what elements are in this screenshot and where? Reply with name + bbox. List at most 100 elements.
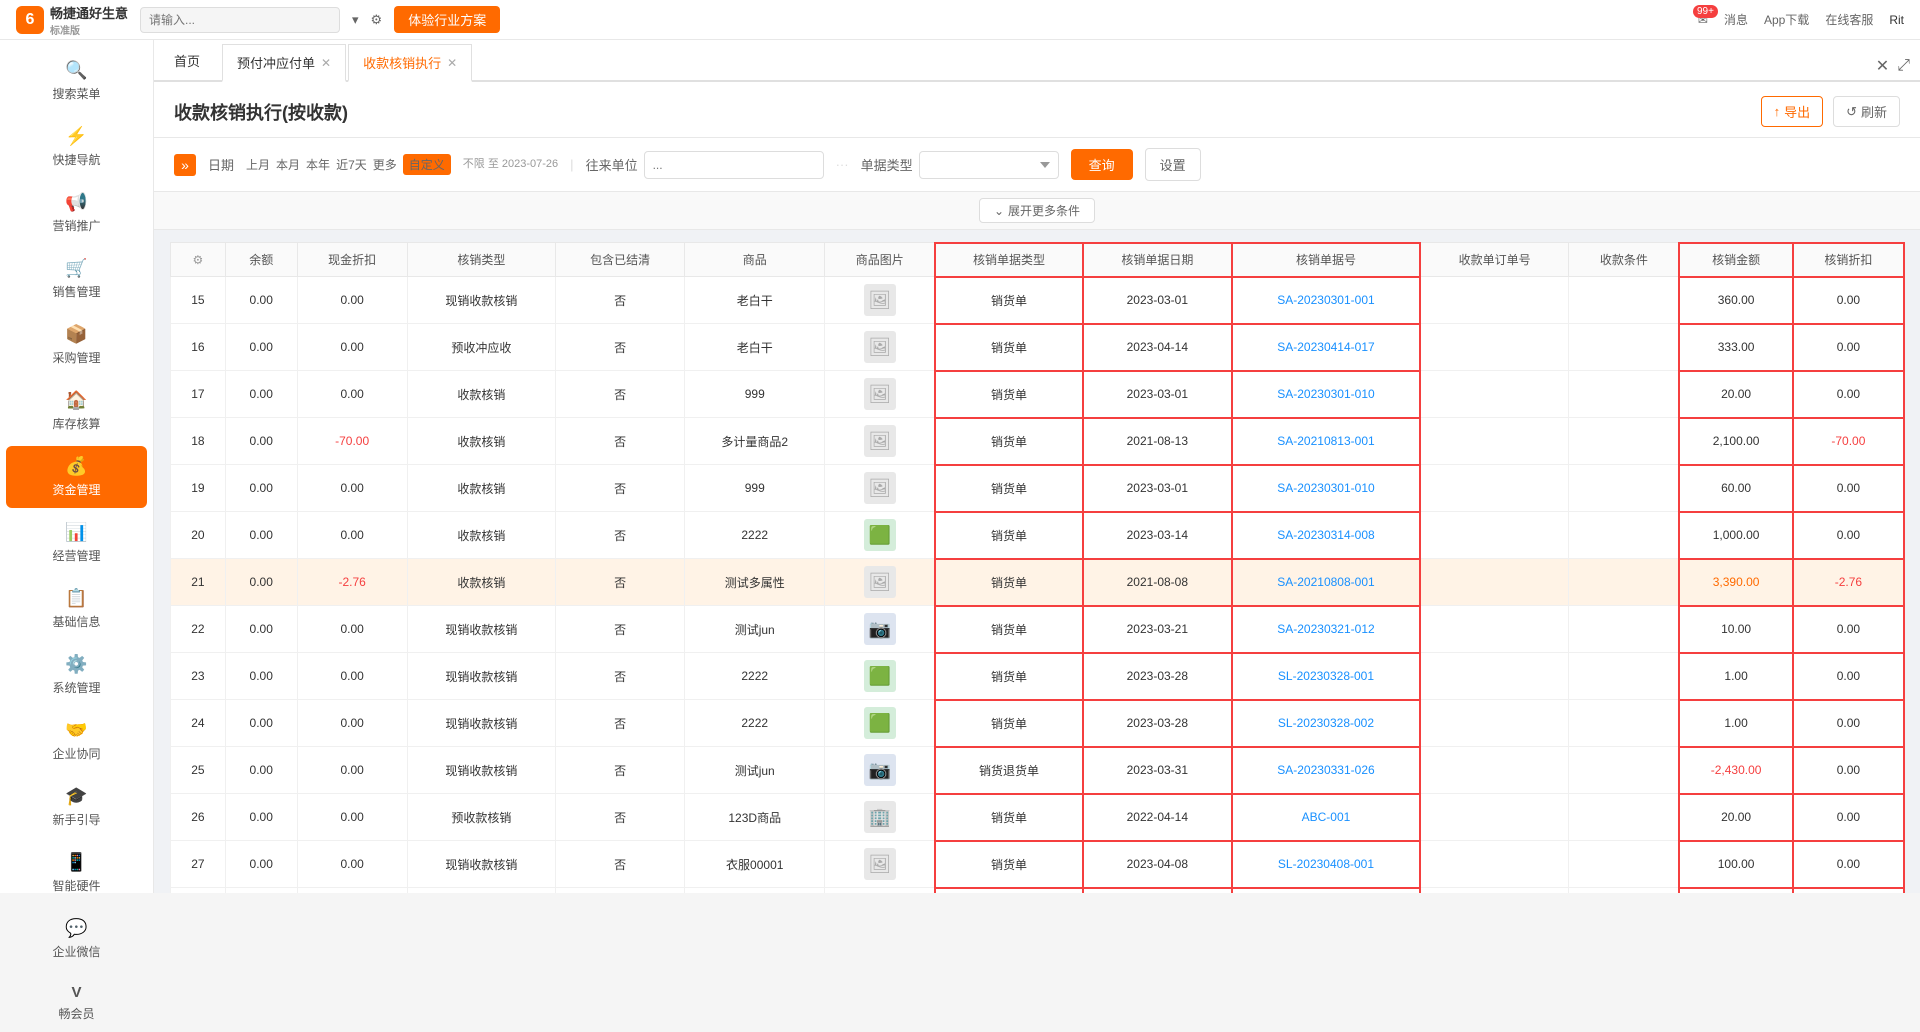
cell-verify-bill-no[interactable]: SA-20230301-010	[1232, 371, 1421, 418]
sidebar-item-sales[interactable]: 🛒 销售管理	[6, 248, 147, 310]
th-cash-discount: 现金折扣	[297, 243, 407, 277]
message-icon[interactable]: ✉ 99+	[1698, 13, 1708, 27]
cell-verify-bill-no[interactable]: SA-20230321-012	[1232, 606, 1421, 653]
sidebar-item-wechat[interactable]: 💬 企业微信	[6, 908, 147, 970]
cell-goods-image: 🖼	[825, 371, 935, 418]
date-option-this-month[interactable]: 本月	[276, 156, 300, 173]
online-service-link[interactable]: 在线客服	[1825, 11, 1873, 28]
cell-goods: 2222	[685, 512, 825, 559]
cell-verify-type: 现销收款核销	[407, 747, 555, 794]
cell-receipt-order-no	[1420, 794, 1568, 841]
date-option-7days[interactable]: 近7天	[336, 156, 367, 173]
user-name[interactable]: Rit	[1889, 13, 1904, 27]
cell-verify-bill-no[interactable]: SL-20230418-001	[1232, 888, 1421, 894]
page-content: 收款核销执行(按收款) ↑ 导出 ↺ 刷新 » 日期 上月	[154, 82, 1920, 893]
solution-button[interactable]: 体验行业方案	[394, 6, 500, 33]
sidebar-item-corp[interactable]: 🤝 企业协同	[6, 710, 147, 772]
sidebar-item-marketing[interactable]: 📢 营销推广	[6, 182, 147, 244]
date-custom-btn[interactable]: 自定义	[403, 154, 451, 175]
cell-verify-bill-no[interactable]: SA-20210813-001	[1232, 418, 1421, 465]
setting-button[interactable]: 设置	[1145, 148, 1201, 181]
app-download-link[interactable]: App下载	[1764, 11, 1809, 28]
bill-no-link[interactable]: SA-20230301-001	[1277, 293, 1374, 307]
sidebar-item-search[interactable]: 🔍 搜索菜单	[6, 50, 147, 112]
top-right-actions: ✉ 99+ 消息 App下载 在线客服 Rit	[1698, 11, 1904, 28]
tab-expand-icon[interactable]: ⤢	[1897, 57, 1910, 75]
th-gear[interactable]: ⚙	[171, 243, 226, 277]
bill-no-link[interactable]: SA-20230321-012	[1277, 622, 1374, 636]
sidebar-item-hardware[interactable]: 📱 智能硬件	[6, 842, 147, 904]
sidebar-item-quick[interactable]: ⚡ 快捷导航	[6, 116, 147, 178]
th-verify-type: 核销类型	[407, 243, 555, 277]
tab-prepay-close[interactable]: ✕	[321, 56, 331, 70]
cell-goods-image: 🖼	[825, 418, 935, 465]
cell-verify-bill-no[interactable]: SL-20230328-002	[1232, 700, 1421, 747]
app-logo: 6	[16, 6, 44, 34]
cell-verify-bill-no[interactable]: SA-20230331-026	[1232, 747, 1421, 794]
cell-goods: 999	[685, 465, 825, 512]
cell-verify-discount: 0.00	[1793, 606, 1903, 653]
tab-receipt-verify[interactable]: 收款核销执行 ✕	[348, 44, 472, 82]
bill-no-link[interactable]: SA-20230301-010	[1277, 387, 1374, 401]
sidebar-item-newbie[interactable]: 🎓 新手引导	[6, 776, 147, 838]
bill-no-link[interactable]: SA-20230301-010	[1277, 481, 1374, 495]
bill-no-link[interactable]: SA-20230331-026	[1277, 763, 1374, 777]
search-button[interactable]: 查询	[1071, 149, 1133, 180]
cell-balance: 0.00	[225, 512, 297, 559]
message-label[interactable]: 消息	[1724, 11, 1748, 28]
partner-field: 往来单位	[586, 151, 824, 179]
cell-verify-bill-no[interactable]: SL-20230408-001	[1232, 841, 1421, 888]
bill-no-link[interactable]: SL-20230328-001	[1278, 669, 1374, 683]
export-button[interactable]: ↑ 导出	[1761, 96, 1824, 127]
table-header-row: ⚙ 余额 现金折扣 核销类型 包含已结清 商品 商品图片 核销单据类型 核销单据…	[171, 243, 1904, 277]
cell-goods-image: 📷	[825, 606, 935, 653]
tab-close-all-icon[interactable]: ✕	[1876, 56, 1889, 76]
content-area: 首页 预付冲应付单 ✕ 收款核销执行 ✕ ✕ ⤢ 收款核销执行(按收款) ↑	[154, 40, 1920, 893]
cell-verify-bill-no[interactable]: SL-20230328-001	[1232, 653, 1421, 700]
th-verify-amount: 核销金额	[1679, 243, 1793, 277]
sidebar-item-purchase[interactable]: 📦 采购管理	[6, 314, 147, 376]
bill-no-link[interactable]: SA-20210813-001	[1277, 434, 1374, 448]
date-option-this-year[interactable]: 本年	[306, 156, 330, 173]
tab-home[interactable]: 首页	[154, 41, 220, 82]
cell-verify-bill-no[interactable]: SA-20230301-001	[1232, 277, 1421, 324]
cell-verify-bill-no[interactable]: SA-20230314-008	[1232, 512, 1421, 559]
sidebar-item-operation[interactable]: 📊 经营管理	[6, 512, 147, 574]
sidebar-item-system[interactable]: ⚙️ 系统管理	[6, 644, 147, 706]
bill-no-link[interactable]: SL-20230328-002	[1278, 716, 1374, 730]
sidebar-item-inventory[interactable]: 🏠 库存核算	[6, 380, 147, 442]
sidebar-item-basic[interactable]: 📋 基础信息	[6, 578, 147, 640]
cell-verify-bill-date: 2023-03-14	[1083, 512, 1231, 559]
cell-verify-bill-type: 销货单	[935, 700, 1083, 747]
bill-no-link[interactable]: SL-20230408-001	[1278, 857, 1374, 871]
cell-verify-bill-no[interactable]: ABC-001	[1232, 794, 1421, 841]
gear-icon[interactable]: ⚙	[193, 253, 204, 267]
expand-more-button[interactable]: ⌄ 展开更多条件	[979, 198, 1095, 223]
bill-no-link[interactable]: ABC-001	[1302, 810, 1351, 824]
date-option-more[interactable]: 更多	[373, 156, 397, 173]
order-type-select[interactable]	[919, 151, 1059, 179]
dropdown-icon[interactable]: ▾	[352, 12, 359, 28]
filter-expand-button[interactable]: »	[174, 154, 196, 176]
sidebar-item-finance[interactable]: 💰 资金管理	[6, 446, 147, 508]
bill-no-link[interactable]: SA-20230314-008	[1277, 528, 1374, 542]
quick-icon: ⚡	[65, 126, 87, 147]
sidebar-item-member[interactable]: V 畅会员	[6, 974, 147, 1032]
tab-prepay[interactable]: 预付冲应付单 ✕	[222, 44, 346, 82]
cell-balance: 0.00	[225, 418, 297, 465]
refresh-button[interactable]: ↺ 刷新	[1833, 96, 1900, 127]
sidebar-label-search: 搜索菜单	[52, 85, 100, 102]
cell-receipt-condition	[1569, 653, 1679, 700]
partner-input[interactable]	[644, 151, 824, 179]
cell-verify-bill-no[interactable]: SA-20230414-017	[1232, 324, 1421, 371]
gear-icon[interactable]: ⚙	[371, 12, 383, 28]
bill-no-link[interactable]: SA-20210808-001	[1277, 575, 1374, 589]
bill-no-link[interactable]: SA-20230414-017	[1277, 340, 1374, 354]
table-row: 20 0.00 0.00 收款核销 否 2222 🟩 销货单 2023-03-1…	[171, 512, 1904, 559]
tab-receipt-verify-close[interactable]: ✕	[447, 56, 457, 70]
cell-verify-discount: 0.00	[1793, 324, 1903, 371]
cell-verify-bill-no[interactable]: SA-20230301-010	[1232, 465, 1421, 512]
date-option-last-month[interactable]: 上月	[246, 156, 270, 173]
top-search-input[interactable]	[140, 7, 340, 33]
cell-verify-bill-no[interactable]: SA-20210808-001	[1232, 559, 1421, 606]
